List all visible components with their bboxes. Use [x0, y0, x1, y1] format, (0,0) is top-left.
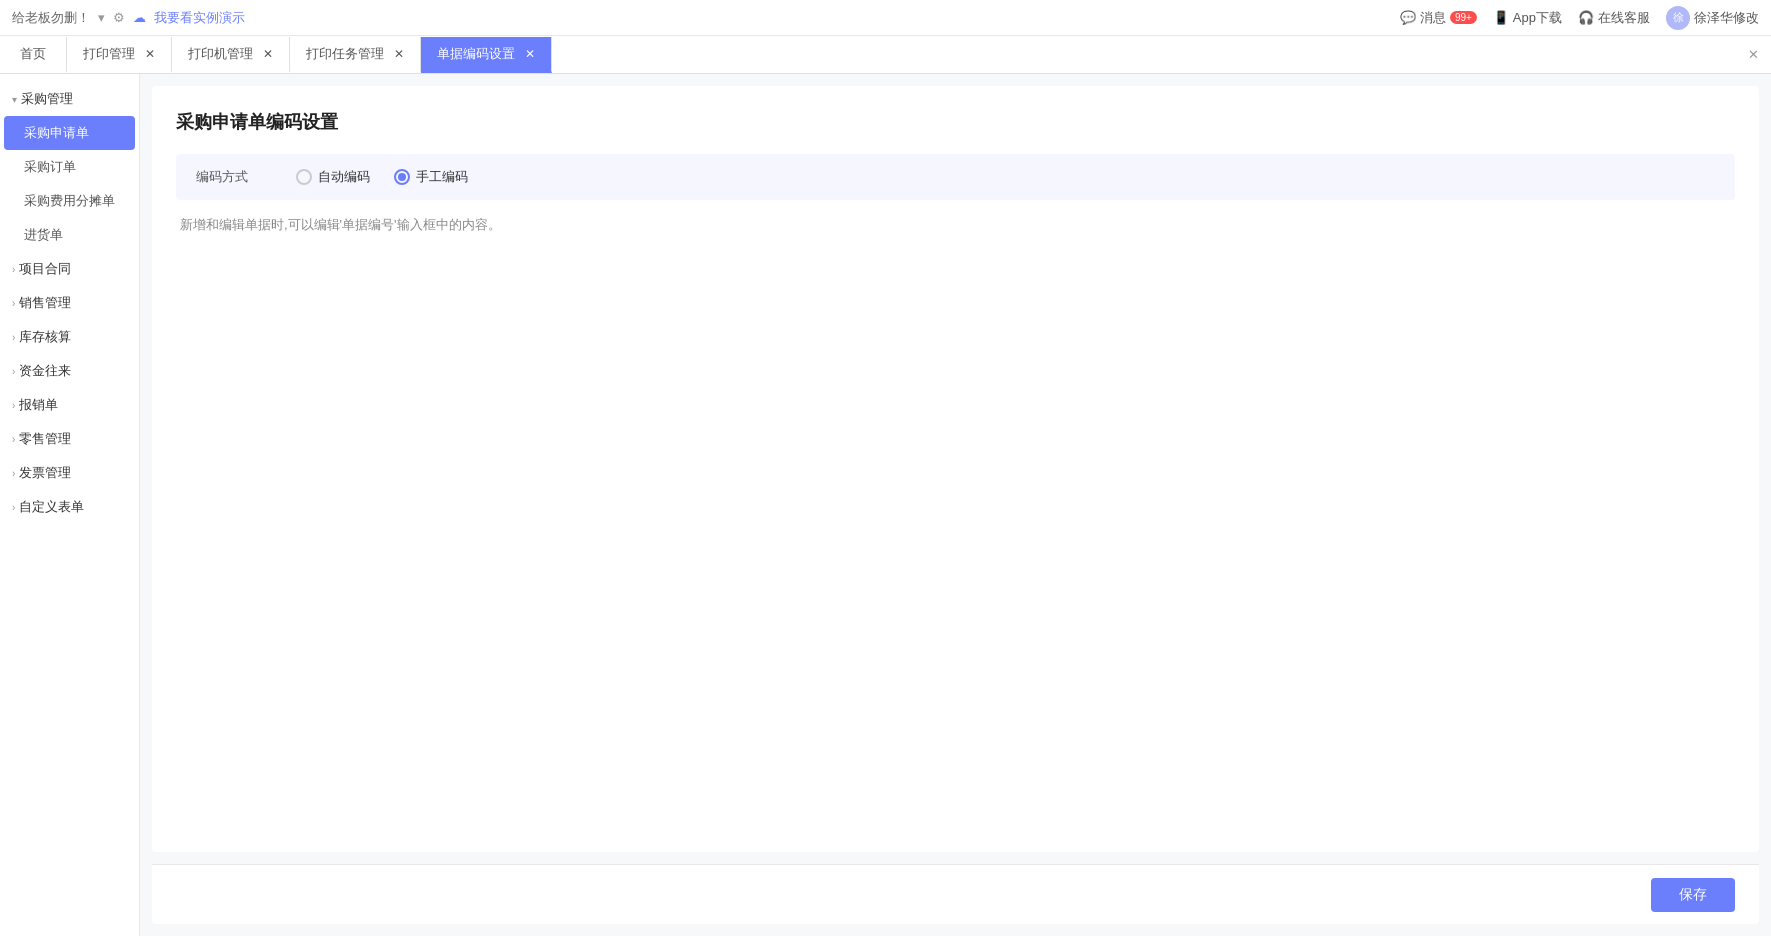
- tab-printer-mgmt-label: 打印机管理: [188, 45, 253, 63]
- sidebar-group-inventory[interactable]: › 库存核算: [0, 320, 139, 354]
- sidebar-group-project[interactable]: › 项目合同: [0, 252, 139, 286]
- tab-barcode-setting[interactable]: 单据编码设置 ✕: [421, 37, 552, 73]
- sidebar-group-purchase-arrow: ▾: [12, 94, 17, 105]
- sidebar-group-sales-arrow: ›: [12, 298, 15, 309]
- tab-print-mgmt[interactable]: 打印管理 ✕: [67, 37, 172, 73]
- message-label: 消息: [1420, 9, 1446, 27]
- sidebar-item-stock-in-label: 进货单: [24, 227, 63, 242]
- radio-auto-encoding[interactable]: 自动编码: [296, 168, 370, 186]
- message-badge: 99+: [1450, 11, 1477, 24]
- sidebar-group-return-arrow: ›: [12, 400, 15, 411]
- tab-printer-mgmt[interactable]: 打印机管理 ✕: [172, 37, 290, 73]
- app-download-label: App下载: [1513, 9, 1562, 27]
- hint-text: 新增和编辑单据时,可以编辑'单据编号'输入框中的内容。: [176, 216, 1735, 234]
- sidebar-group-purchase-label: 采购管理: [21, 90, 73, 108]
- sidebar-group-return[interactable]: › 报销单: [0, 388, 139, 422]
- sidebar-group-project-label: 项目合同: [19, 260, 71, 278]
- radio-auto-label: 自动编码: [318, 168, 370, 186]
- sidebar-item-purchase-order[interactable]: 采购订单: [0, 150, 139, 184]
- gear-icon[interactable]: ⚙: [113, 10, 125, 25]
- sidebar-group-return-label: 报销单: [19, 396, 58, 414]
- radio-auto-circle: [296, 169, 312, 185]
- tab-bar-end: ✕: [552, 37, 1771, 73]
- app-icon: 📱: [1493, 10, 1509, 25]
- tab-print-task-label: 打印任务管理: [306, 45, 384, 63]
- sidebar-group-custom-form-arrow: ›: [12, 502, 15, 513]
- sidebar-group-sales-label: 销售管理: [19, 294, 71, 312]
- tab-printer-mgmt-close[interactable]: ✕: [263, 47, 273, 61]
- sidebar-group-retail-arrow: ›: [12, 434, 15, 445]
- top-bar-left: 给老板勿删！ ▾ ⚙ ☁ 我要看实例演示: [12, 9, 245, 27]
- sidebar-group-invoice[interactable]: › 发票管理: [0, 456, 139, 490]
- radio-manual-label: 手工编码: [416, 168, 468, 186]
- sidebar-item-purchase-order-label: 采购订单: [24, 159, 76, 174]
- tab-print-mgmt-label: 打印管理: [83, 45, 135, 63]
- user-name: 徐泽华修改: [1694, 9, 1759, 27]
- chevron-down-icon[interactable]: ▾: [98, 10, 105, 25]
- tab-print-task-close[interactable]: ✕: [394, 47, 404, 61]
- tab-barcode-setting-label: 单据编码设置: [437, 45, 515, 63]
- sidebar-group-finance-label: 资金往来: [19, 362, 71, 380]
- radio-manual-circle: [394, 169, 410, 185]
- demo-link[interactable]: 我要看实例演示: [154, 9, 245, 27]
- sidebar-group-finance-arrow: ›: [12, 366, 15, 377]
- sidebar-group-retail-label: 零售管理: [19, 430, 71, 448]
- save-button[interactable]: 保存: [1651, 878, 1735, 912]
- sidebar-group-inventory-arrow: ›: [12, 332, 15, 343]
- sidebar-group-retail[interactable]: › 零售管理: [0, 422, 139, 456]
- content-main: 采购申请单编码设置 编码方式 自动编码 手工编码 新增和编辑单据时,可以编辑'单…: [152, 86, 1759, 852]
- tab-print-mgmt-close[interactable]: ✕: [145, 47, 155, 61]
- tab-print-task[interactable]: 打印任务管理 ✕: [290, 37, 421, 73]
- sidebar-group-invoice-arrow: ›: [12, 468, 15, 479]
- headset-icon: 🎧: [1578, 10, 1594, 25]
- sidebar-group-invoice-label: 发票管理: [19, 464, 71, 482]
- hint-text-content: 新增和编辑单据时,可以编辑'单据编号'输入框中的内容。: [180, 217, 501, 232]
- sidebar-item-purchase-request[interactable]: 采购申请单: [4, 116, 135, 150]
- message-button[interactable]: 💬 消息 99+: [1400, 9, 1477, 27]
- sidebar-group-project-arrow: ›: [12, 264, 15, 275]
- sidebar-item-purchase-request-label: 采购申请单: [24, 125, 89, 140]
- content-area: 采购申请单编码设置 编码方式 自动编码 手工编码 新增和编辑单据时,可以编辑'单…: [140, 74, 1771, 936]
- close-all-tabs-icon[interactable]: ✕: [1748, 47, 1759, 62]
- main-layout: ▾ 采购管理 采购申请单 采购订单 采购费用分摊单 进货单 › 项目合同 › 销…: [0, 74, 1771, 936]
- encoding-section: 编码方式 自动编码 手工编码: [176, 154, 1735, 200]
- message-icon: 💬: [1400, 10, 1416, 25]
- sidebar-group-purchase[interactable]: ▾ 采购管理: [0, 82, 139, 116]
- sidebar-group-custom-form-label: 自定义表单: [19, 498, 84, 516]
- content-footer: 保存: [152, 864, 1759, 924]
- cloud-icon: ☁: [133, 10, 146, 25]
- online-service-button[interactable]: 🎧 在线客服: [1578, 9, 1650, 27]
- encoding-label: 编码方式: [196, 168, 256, 186]
- sidebar-item-purchase-expense[interactable]: 采购费用分摊单: [0, 184, 139, 218]
- tab-home[interactable]: 首页: [0, 37, 67, 73]
- sidebar-group-purchase-items: 采购申请单 采购订单 采购费用分摊单 进货单: [0, 116, 139, 252]
- sidebar-group-custom-form[interactable]: › 自定义表单: [0, 490, 139, 524]
- user-menu[interactable]: 徐 徐泽华修改: [1666, 6, 1759, 30]
- encoding-radio-group: 自动编码 手工编码: [296, 168, 468, 186]
- app-download-button[interactable]: 📱 App下载: [1493, 9, 1562, 27]
- sidebar: ▾ 采购管理 采购申请单 采购订单 采购费用分摊单 进货单 › 项目合同 › 销…: [0, 74, 140, 936]
- avatar-icon: 徐: [1666, 6, 1690, 30]
- radio-manual-encoding[interactable]: 手工编码: [394, 168, 468, 186]
- sidebar-item-stock-in[interactable]: 进货单: [0, 218, 139, 252]
- online-service-label: 在线客服: [1598, 9, 1650, 27]
- sidebar-group-finance[interactable]: › 资金往来: [0, 354, 139, 388]
- top-bar: 给老板勿删！ ▾ ⚙ ☁ 我要看实例演示 💬 消息 99+ 📱 App下载 🎧 …: [0, 0, 1771, 36]
- tab-bar: 首页 打印管理 ✕ 打印机管理 ✕ 打印任务管理 ✕ 单据编码设置 ✕ ✕: [0, 36, 1771, 74]
- top-bar-right: 💬 消息 99+ 📱 App下载 🎧 在线客服 徐 徐泽华修改: [1400, 6, 1759, 30]
- brand-text: 给老板勿删！: [12, 9, 90, 27]
- sidebar-item-purchase-expense-label: 采购费用分摊单: [24, 193, 115, 208]
- page-title: 采购申请单编码设置: [176, 110, 1735, 134]
- sidebar-group-inventory-label: 库存核算: [19, 328, 71, 346]
- tab-barcode-setting-close[interactable]: ✕: [525, 47, 535, 61]
- sidebar-group-sales[interactable]: › 销售管理: [0, 286, 139, 320]
- tab-home-label: 首页: [20, 45, 46, 63]
